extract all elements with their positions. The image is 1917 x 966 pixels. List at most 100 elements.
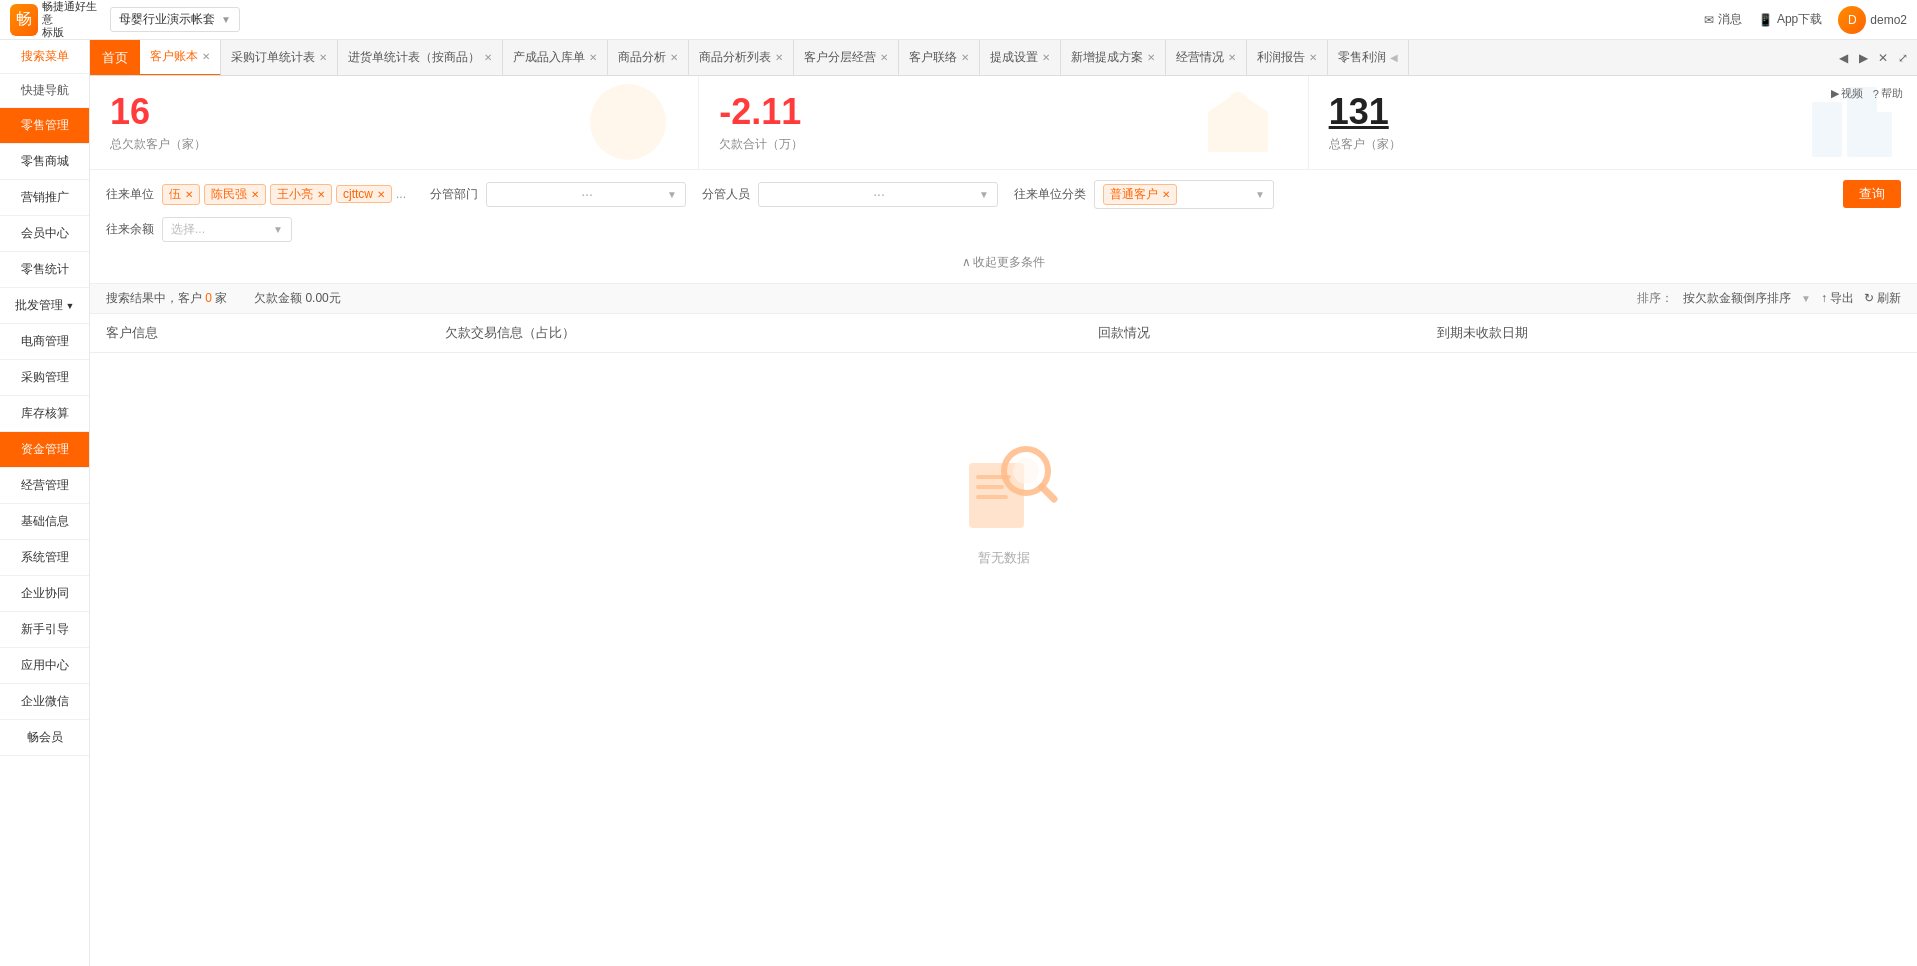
filter-tag-wu[interactable]: 伍 ✕ — [162, 184, 200, 205]
filter-tag-common-customer[interactable]: 普通客户 ✕ — [1103, 184, 1177, 205]
close-icon[interactable]: ✕ — [484, 52, 492, 63]
sidebar-item-retail-mall[interactable]: 零售商城 — [0, 144, 89, 180]
close-icon[interactable]: ◀ — [1390, 52, 1398, 63]
sidebar-item-purchase[interactable]: 采购管理 — [0, 360, 89, 396]
close-icon[interactable]: ✕ — [202, 51, 210, 62]
remove-tag-wu[interactable]: ✕ — [185, 189, 193, 200]
stat-label-debt-total: 欠款合计（万） — [719, 136, 803, 153]
chevron-down-icon3: ▼ — [1255, 189, 1265, 200]
sidebar-item-wholesale[interactable]: 批发管理▼ — [0, 288, 89, 324]
tab-product-analysis[interactable]: 商品分析 ✕ — [608, 40, 689, 76]
tabs-bar: 首页 客户账本 ✕ 采购订单统计表 ✕ 进货单统计表（按商品） ✕ 产成品入库单… — [90, 40, 1917, 76]
tab-profit-report[interactable]: 利润报告 ✕ — [1247, 40, 1328, 76]
sidebar-search[interactable]: 搜索菜单 — [0, 40, 89, 74]
sidebar-item-member[interactable]: 会员中心 — [0, 216, 89, 252]
filter-dept-label: 分管部门 — [430, 186, 478, 203]
filter-tag-wang[interactable]: 王小亮 ✕ — [270, 184, 332, 205]
sidebar-quick-nav[interactable]: 快捷导航 — [0, 74, 89, 108]
close-icon[interactable]: ✕ — [319, 52, 327, 63]
tab-home[interactable]: 首页 — [90, 40, 140, 76]
close-icon[interactable]: ✕ — [1042, 52, 1050, 63]
tab-retail-profit[interactable]: 零售利润 ◀ — [1328, 40, 1409, 76]
video-button[interactable]: ▶ 视频 — [1831, 86, 1863, 101]
close-icon[interactable]: ✕ — [961, 52, 969, 63]
tab-business-status[interactable]: 经营情况 ✕ — [1166, 40, 1247, 76]
tabs-close-all-button[interactable]: ✕ — [1873, 48, 1893, 68]
tabs-prev-button[interactable]: ◀ — [1833, 48, 1853, 68]
sidebar-item-marketing[interactable]: 营销推广 — [0, 180, 89, 216]
sidebar-item-member2[interactable]: 畅会员 — [0, 720, 89, 756]
stat-bg-decoration2 — [1198, 82, 1278, 162]
refresh-button[interactable]: ↻ 刷新 — [1864, 290, 1901, 307]
sidebar-item-basic-info[interactable]: 基础信息 — [0, 504, 89, 540]
filter-tag-cjttcw[interactable]: cjttcw ✕ — [336, 185, 392, 203]
tab-customer-contact[interactable]: 客户联络 ✕ — [899, 40, 980, 76]
chevron-up-icon: ∧ — [962, 255, 971, 269]
remove-tag-common[interactable]: ✕ — [1162, 189, 1170, 200]
filter-tag-chen[interactable]: 陈民强 ✕ — [204, 184, 266, 205]
remove-tag-wang[interactable]: ✕ — [317, 189, 325, 200]
export-icon: ↑ — [1821, 291, 1827, 305]
tab-product-analysis-list[interactable]: 商品分析列表 ✕ — [689, 40, 794, 76]
sidebar-item-wechat[interactable]: 企业微信 — [0, 684, 89, 720]
filter-dept-select[interactable]: ··· ▼ — [486, 182, 686, 207]
app-download-button[interactable]: 📱 App下载 — [1758, 11, 1822, 28]
top-bar-middle: 母婴行业演示帐套 ▼ — [100, 7, 1704, 32]
tab-customer-ledger[interactable]: 客户账本 ✕ — [140, 40, 221, 76]
tab-commission-settings[interactable]: 提成设置 ✕ — [980, 40, 1061, 76]
sidebar-item-ecommerce[interactable]: 电商管理 — [0, 324, 89, 360]
sidebar-item-system[interactable]: 系统管理 — [0, 540, 89, 576]
stat-bg-decoration: ¥ — [588, 82, 668, 162]
data-table: 客户信息 欠款交易信息（占比） 回款情况 到期未收款日期 — [90, 314, 1917, 607]
message-button[interactable]: ✉ 消息 — [1704, 11, 1742, 28]
svg-point-11 — [1013, 458, 1039, 484]
close-icon[interactable]: ✕ — [589, 52, 597, 63]
close-icon[interactable]: ✕ — [1228, 52, 1236, 63]
tab-add-commission-plan[interactable]: 新增提成方案 ✕ — [1061, 40, 1166, 76]
close-icon[interactable]: ✕ — [670, 52, 678, 63]
svg-line-12 — [1042, 487, 1054, 499]
filter-customer-type-select[interactable]: 普通客户 ✕ ▼ — [1094, 180, 1274, 209]
stat-value-total-customers: 131 — [1329, 92, 1401, 132]
search-button[interactable]: 查询 — [1843, 180, 1901, 208]
collapse-button[interactable]: ∧ 收起更多条件 — [962, 254, 1045, 271]
chevron-down-icon4: ▼ — [273, 224, 283, 235]
app-name: 畅捷通好生意 标版 — [42, 0, 100, 39]
chevron-down-icon: ▼ — [667, 189, 677, 200]
export-button[interactable]: ↑ 导出 — [1821, 290, 1854, 307]
sidebar: 搜索菜单 快捷导航 零售管理 零售商城 营销推广 会员中心 零售统计 批发管理▼… — [0, 40, 90, 966]
filter-more-tags[interactable]: ... — [396, 187, 406, 201]
sidebar-item-app-center[interactable]: 应用中心 — [0, 648, 89, 684]
col-customer-info: 客户信息 — [90, 314, 429, 353]
filter-balance-select[interactable]: 选择... ▼ — [162, 217, 292, 242]
sidebar-item-enterprise-collab[interactable]: 企业协同 — [0, 576, 89, 612]
close-icon[interactable]: ✕ — [775, 52, 783, 63]
filter-person-select[interactable]: ··· ▼ — [758, 182, 998, 207]
tab-purchase-order-stats[interactable]: 采购订单统计表 ✕ — [221, 40, 338, 76]
tabs-expand-button[interactable]: ⤢ — [1893, 48, 1913, 68]
sidebar-item-retail-stats[interactable]: 零售统计 — [0, 252, 89, 288]
sidebar-item-finance[interactable]: 资金管理 — [0, 432, 89, 468]
tab-customer-tiered[interactable]: 客户分层经营 ✕ — [794, 40, 899, 76]
user-menu[interactable]: D demo2 — [1838, 6, 1907, 34]
industry-selector[interactable]: 母婴行业演示帐套 ▼ — [110, 7, 240, 32]
tab-production-inbound[interactable]: 产成品入库单 ✕ — [503, 40, 608, 76]
help-button[interactable]: ? 帮助 — [1873, 86, 1903, 101]
tabs-next-button[interactable]: ▶ — [1853, 48, 1873, 68]
close-icon[interactable]: ✕ — [1147, 52, 1155, 63]
avatar: D — [1838, 6, 1866, 34]
sidebar-item-retail[interactable]: 零售管理 — [0, 108, 89, 144]
sidebar-item-newbie[interactable]: 新手引导 — [0, 612, 89, 648]
tabs-nav: ◀ ▶ ✕ ⤢ — [1829, 48, 1917, 68]
svg-text:¥: ¥ — [617, 101, 639, 142]
remove-tag-cjttcw[interactable]: ✕ — [377, 189, 385, 200]
play-icon: ▶ — [1831, 87, 1839, 100]
sidebar-item-operation[interactable]: 经营管理 — [0, 468, 89, 504]
col-debt-info: 欠款交易信息（占比） — [429, 314, 1082, 353]
tab-inbound-stats[interactable]: 进货单统计表（按商品） ✕ — [338, 40, 503, 76]
close-icon[interactable]: ✕ — [1309, 52, 1317, 63]
sidebar-item-inventory[interactable]: 库存核算 — [0, 396, 89, 432]
close-icon[interactable]: ✕ — [880, 52, 888, 63]
remove-tag-chen[interactable]: ✕ — [251, 189, 259, 200]
sort-value[interactable]: 按欠款金额倒序排序 — [1683, 290, 1791, 307]
